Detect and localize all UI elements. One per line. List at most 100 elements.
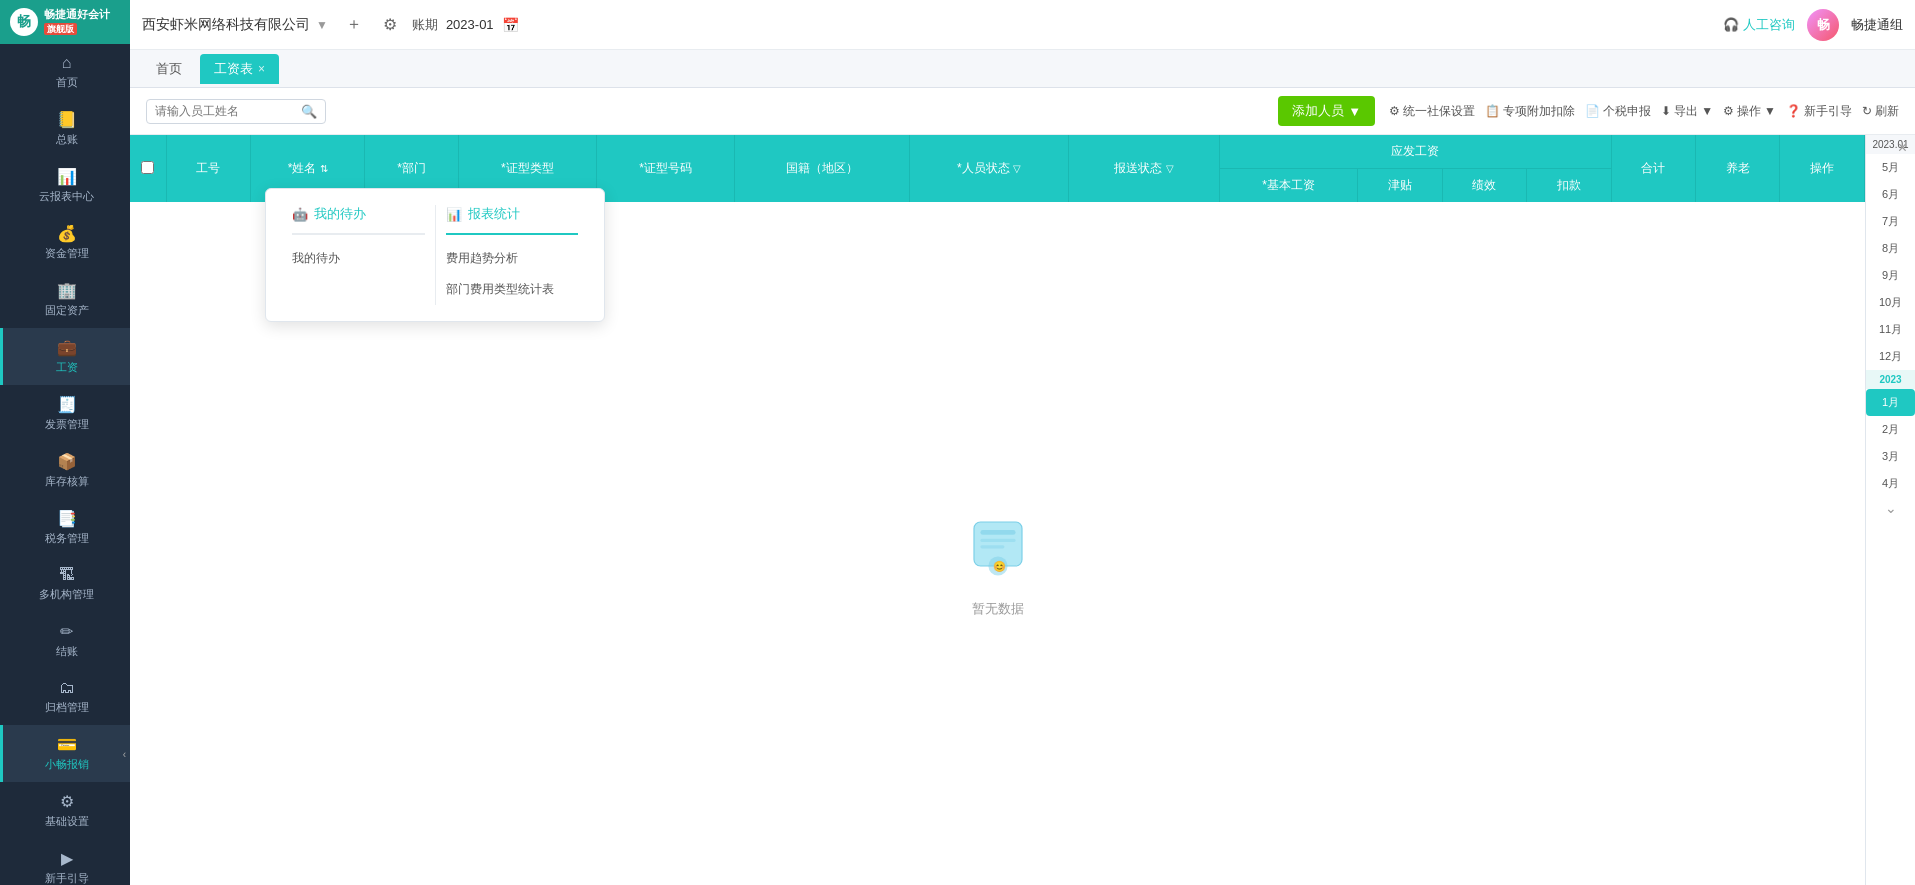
dropdown-col-todo-header: 🤖 我的待办 bbox=[292, 205, 425, 235]
right-panel: × 2023.01 5月 6月 7月 8月 9月 10月 11月 12月 202… bbox=[1865, 135, 1915, 885]
dropdown-item-my-todo[interactable]: 我的待办 bbox=[292, 243, 425, 274]
rp-month-10[interactable]: 10月 bbox=[1866, 289, 1915, 316]
sidebar-item-ledger[interactable]: 📒 总账 bbox=[0, 100, 130, 157]
closing-icon: ✏ bbox=[60, 622, 73, 641]
rp-month-9[interactable]: 9月 bbox=[1866, 262, 1915, 289]
sidebar-item-guide[interactable]: ▶ 新手引导 bbox=[0, 839, 130, 885]
dropdown-item-cost-trend[interactable]: 费用趋势分析 bbox=[446, 243, 579, 274]
ops-btn[interactable]: ⚙ 操作 ▼ bbox=[1723, 103, 1776, 120]
sidebar-label-funds: 资金管理 bbox=[45, 246, 89, 261]
sidebar-item-invoice[interactable]: 🧾 发票管理 bbox=[0, 385, 130, 442]
add-person-chevron: ▼ bbox=[1348, 104, 1361, 119]
company-name: 西安虾米网络科技有限公司 bbox=[142, 16, 310, 34]
sidebar-label-ledger: 总账 bbox=[56, 132, 78, 147]
th-num: 工号 bbox=[166, 135, 250, 202]
search-input[interactable] bbox=[155, 104, 295, 118]
add-person-label: 添加人员 bbox=[1292, 102, 1344, 120]
tabbar: 首页 工资表 × bbox=[130, 50, 1915, 88]
special-deduction-btn[interactable]: 📋 专项附加扣除 bbox=[1485, 103, 1575, 120]
sidebar-label-salary: 工资 bbox=[56, 360, 78, 375]
salary-icon: 💼 bbox=[57, 338, 77, 357]
sidebar-item-multi[interactable]: 🏗 多机构管理 bbox=[0, 556, 130, 612]
company-selector[interactable]: 西安虾米网络科技有限公司 ▼ bbox=[142, 16, 328, 34]
period-value: 2023-01 bbox=[446, 17, 494, 32]
dropdown-col-reports: 📊 报表统计 费用趋势分析 部门费用类型统计表 bbox=[436, 205, 589, 305]
sidebar-item-funds[interactable]: 💰 资金管理 bbox=[0, 214, 130, 271]
settings-btn[interactable]: ⚙ bbox=[376, 11, 404, 39]
sidebar-item-inventory[interactable]: 📦 库存核算 bbox=[0, 442, 130, 499]
sidebar-item-xiaochang[interactable]: 💳 小畅报销 ‹ bbox=[0, 725, 130, 782]
close-panel-btn[interactable]: × bbox=[1890, 135, 1915, 161]
dropdown-columns: 🤖 我的待办 我的待办 📊 报表统计 费用趋势分析 bbox=[282, 205, 588, 305]
company-chevron-icon: ▼ bbox=[316, 18, 328, 32]
funds-icon: 💰 bbox=[57, 224, 77, 243]
service-btn[interactable]: 🎧 人工咨询 bbox=[1723, 16, 1795, 34]
tab-home[interactable]: 首页 bbox=[142, 54, 196, 84]
tab-close-btn[interactable]: × bbox=[258, 62, 265, 76]
svg-rect-3 bbox=[980, 545, 1004, 548]
todo-header-label: 我的待办 bbox=[314, 205, 366, 223]
rp-month-7[interactable]: 7月 bbox=[1866, 208, 1915, 235]
sidebar-item-assets[interactable]: 🏢 固定资产 bbox=[0, 271, 130, 328]
multi-icon: 🏗 bbox=[59, 566, 75, 584]
export-icon: ⬇ bbox=[1661, 104, 1671, 118]
th-performance: 绩效 bbox=[1442, 169, 1526, 203]
search-icon[interactable]: 🔍 bbox=[301, 104, 317, 119]
sidebar-item-tax[interactable]: 📑 税务管理 bbox=[0, 499, 130, 556]
add-company-btn[interactable]: ＋ bbox=[340, 11, 368, 39]
refresh-btn[interactable]: ↻ 刷新 bbox=[1862, 103, 1899, 120]
th-checkbox[interactable] bbox=[130, 135, 166, 202]
export-chevron: ▼ bbox=[1701, 104, 1713, 118]
sidebar-item-salary[interactable]: 💼 工资 bbox=[0, 328, 130, 385]
content-area: 🔍 添加人员 ▼ ⚙ 统一社保设置 📋 专项附加扣除 📄 个税申报 bbox=[130, 88, 1915, 885]
sidebar-item-settings[interactable]: ⚙ 基础设置 bbox=[0, 782, 130, 839]
rp-month-3[interactable]: 3月 bbox=[1866, 443, 1915, 470]
new-guide-icon: ❓ bbox=[1786, 104, 1801, 118]
tab-salary-table[interactable]: 工资表 × bbox=[200, 54, 279, 84]
calendar-icon[interactable]: 📅 bbox=[502, 17, 519, 33]
sidebar-label-home: 首页 bbox=[56, 75, 78, 90]
rp-scroll-down[interactable]: ⌄ bbox=[1866, 497, 1915, 519]
special-deduction-label: 专项附加扣除 bbox=[1503, 103, 1575, 120]
empty-icon: 😊 bbox=[958, 510, 1038, 590]
social-security-btn[interactable]: ⚙ 统一社保设置 bbox=[1389, 103, 1475, 120]
toolbar-actions: ⚙ 统一社保设置 📋 专项附加扣除 📄 个税申报 ⬇ 导出 ▼ ⚙ bbox=[1389, 103, 1899, 120]
logo-title: 畅捷通好会计 bbox=[44, 8, 110, 21]
tax-declaration-btn[interactable]: 📄 个税申报 bbox=[1585, 103, 1651, 120]
sidebar-label-xiaochang: 小畅报销 bbox=[45, 757, 89, 772]
rp-month-2[interactable]: 2月 bbox=[1866, 416, 1915, 443]
sidebar: 畅 畅捷通好会计 旗舰版 ⌂ 首页 📒 总账 📊 云报表中心 💰 资金管理 🏢 … bbox=[0, 0, 130, 885]
rp-month-1[interactable]: 1月 bbox=[1866, 389, 1915, 416]
period-label: 账期 bbox=[412, 16, 438, 34]
th-id-no: *证型号码 bbox=[596, 135, 734, 202]
logo-sub: 旗舰版 bbox=[44, 23, 77, 35]
export-btn[interactable]: ⬇ 导出 ▼ bbox=[1661, 103, 1713, 120]
dropdown-col-reports-header: 📊 报表统计 bbox=[446, 205, 579, 235]
sidebar-item-archive[interactable]: 🗂 归档管理 bbox=[0, 669, 130, 725]
add-person-btn[interactable]: 添加人员 ▼ bbox=[1278, 96, 1375, 126]
ops-icon: ⚙ bbox=[1723, 104, 1734, 118]
rp-month-4[interactable]: 4月 bbox=[1866, 470, 1915, 497]
sidebar-item-closing[interactable]: ✏ 结账 bbox=[0, 612, 130, 669]
rp-month-11[interactable]: 11月 bbox=[1866, 316, 1915, 343]
sidebar-item-home[interactable]: ⌂ 首页 bbox=[0, 44, 130, 100]
topbar-actions: ＋ ⚙ bbox=[340, 11, 404, 39]
rp-month-12[interactable]: 12月 bbox=[1866, 343, 1915, 370]
th-bonus: 津贴 bbox=[1358, 169, 1442, 203]
tax-declaration-label: 个税申报 bbox=[1603, 103, 1651, 120]
select-all-checkbox[interactable] bbox=[141, 161, 154, 174]
sidebar-label-assets: 固定资产 bbox=[45, 303, 89, 318]
topbar-right: 🎧 人工咨询 畅 畅捷通组 bbox=[1723, 9, 1903, 41]
user-avatar[interactable]: 畅 bbox=[1807, 9, 1839, 41]
refresh-icon: ↻ bbox=[1862, 104, 1872, 118]
reports-header-icon: 📊 bbox=[446, 207, 462, 222]
new-guide-btn[interactable]: ❓ 新手引导 bbox=[1786, 103, 1852, 120]
dropdown-item-dept-cost[interactable]: 部门费用类型统计表 bbox=[446, 274, 579, 305]
ledger-icon: 📒 bbox=[57, 110, 77, 129]
rp-month-6[interactable]: 6月 bbox=[1866, 181, 1915, 208]
sidebar-item-reports[interactable]: 📊 云报表中心 bbox=[0, 157, 130, 214]
rp-month-8[interactable]: 8月 bbox=[1866, 235, 1915, 262]
th-total: 合计 bbox=[1611, 135, 1695, 202]
rp-year-current[interactable]: 2023 bbox=[1866, 370, 1915, 389]
special-deduction-icon: 📋 bbox=[1485, 104, 1500, 118]
